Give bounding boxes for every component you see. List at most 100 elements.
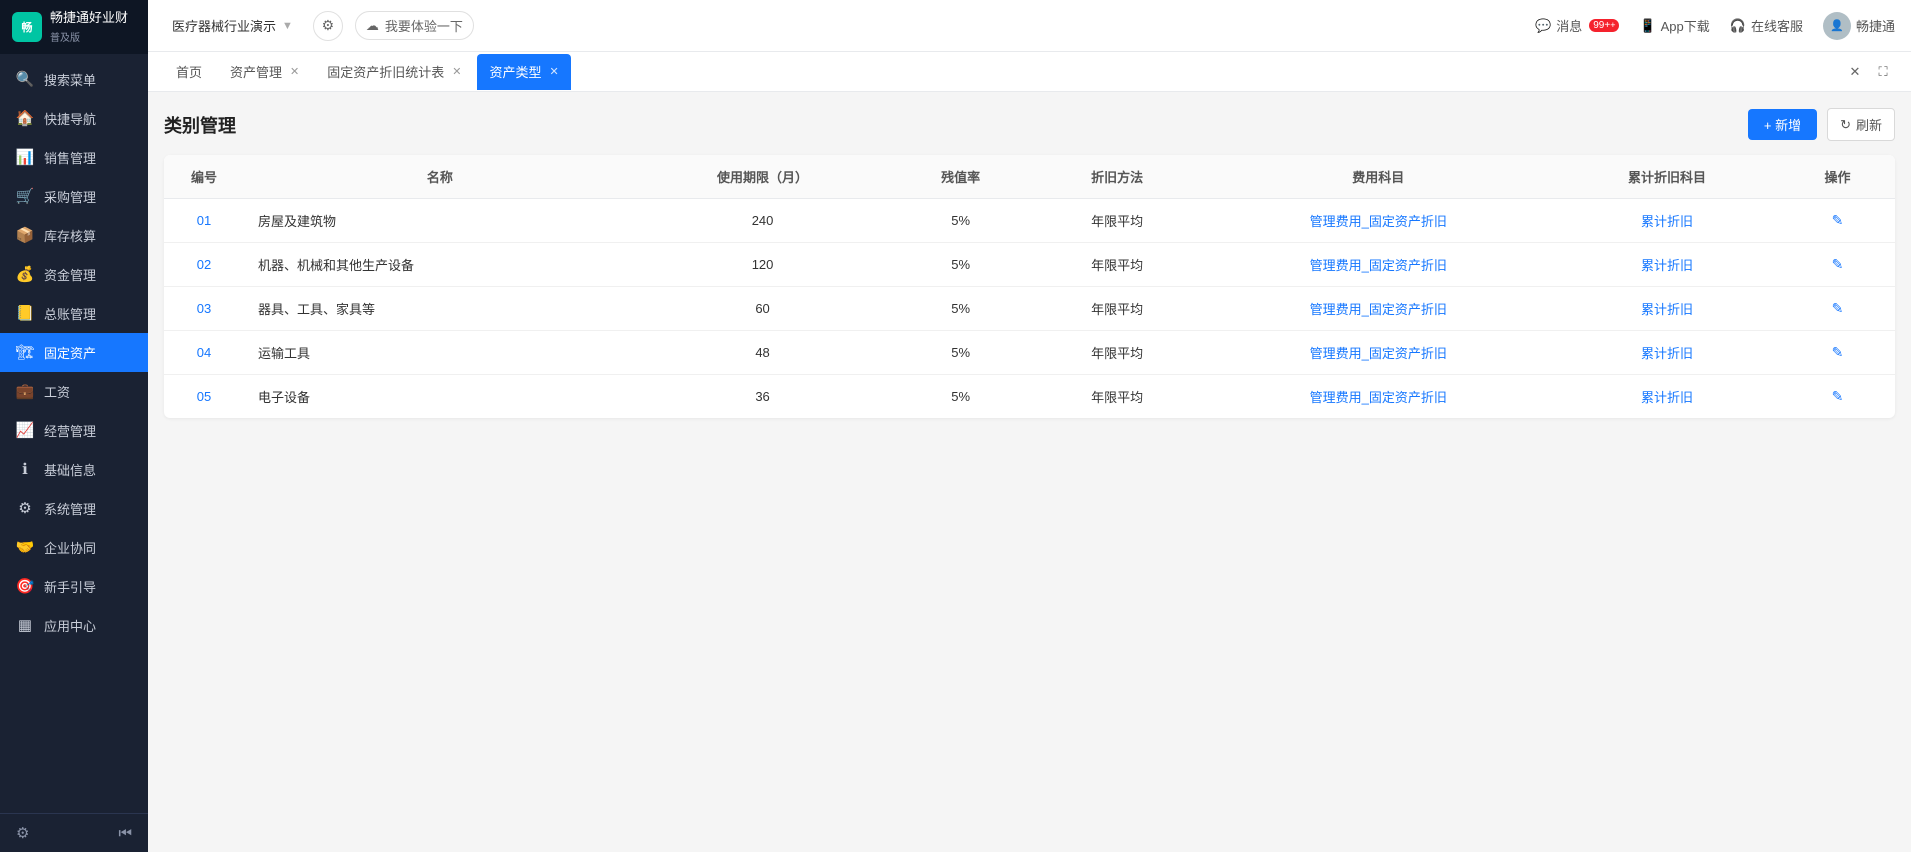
tab-label-2: 固定资产折旧统计表 <box>327 62 444 81</box>
cell-period-0: 240 <box>636 199 889 243</box>
sidebar-icon-1: 🏠 <box>16 109 34 127</box>
sidebar-item-总账管理[interactable]: 📒 总账管理 <box>0 294 148 333</box>
tab-close-2[interactable]: ✕ <box>452 65 461 78</box>
tab-1[interactable]: 资产管理✕ <box>218 54 311 90</box>
category-table: 编号名称使用期限（月）残值率折旧方法费用科目累计折旧科目操作 01 房屋及建筑物… <box>164 155 1895 418</box>
sidebar-icon-7: 🏗 <box>16 343 34 361</box>
refresh-button[interactable]: ↻ 刷新 <box>1827 108 1895 141</box>
cell-name-4: 电子设备 <box>244 375 636 419</box>
sidebar-icon-6: 📒 <box>16 304 34 322</box>
sidebar-item-工资[interactable]: 💼 工资 <box>0 372 148 411</box>
cell-name-1: 机器、机械和其他生产设备 <box>244 243 636 287</box>
sidebar-icon-12: 🤝 <box>16 538 34 556</box>
user-menu[interactable]: 👤 畅捷通 <box>1823 12 1895 40</box>
sidebar-label-13: 新手引导 <box>44 577 96 596</box>
cell-action-2: ✎ <box>1780 287 1895 331</box>
tabbar-actions: ✕ ⛶ <box>1843 60 1895 84</box>
sidebar-item-经营管理[interactable]: 📈 经营管理 <box>0 411 148 450</box>
cell-residual-3: 5% <box>889 331 1032 375</box>
sidebar-label-7: 固定资产 <box>44 343 96 362</box>
sidebar-item-库存核算[interactable]: 📦 库存核算 <box>0 216 148 255</box>
page-header: 类别管理 + 新增 ↻ 刷新 <box>164 108 1895 141</box>
sidebar-version: 普及版 <box>50 29 128 44</box>
sidebar-item-资金管理[interactable]: 💰 资金管理 <box>0 255 148 294</box>
sidebar-item-应用中心[interactable]: ▦ 应用中心 <box>0 606 148 645</box>
tab-close-1[interactable]: ✕ <box>290 65 299 78</box>
message-button[interactable]: 💬 消息 99++ <box>1535 16 1619 35</box>
message-badge: 99++ <box>1589 19 1619 32</box>
message-icon: 💬 <box>1535 18 1551 34</box>
col-header-1: 名称 <box>244 155 636 199</box>
sidebar-label-0: 搜索菜单 <box>44 70 96 89</box>
cell-accum-4: 累计折旧 <box>1554 375 1780 419</box>
cell-expense-1: 管理费用_固定资产折旧 <box>1202 243 1554 287</box>
tabbar: 首页资产管理✕ 固定资产折旧统计表 ✕ 资产类型 ✕ ✕ ⛶ <box>148 52 1911 92</box>
topbar-right: 💬 消息 99++ 📱 App下载 🎧 在线客服 👤 畅捷通 <box>1535 12 1895 40</box>
user-avatar: 👤 <box>1823 12 1851 40</box>
tab-0[interactable]: 首页 <box>164 54 214 90</box>
sidebar-item-快捷导航[interactable]: 🏠 快捷导航 <box>0 99 148 138</box>
collapse-icon[interactable]: ⏮ <box>118 825 132 842</box>
sidebar-icon-10: ℹ <box>16 460 34 478</box>
sidebar-icon-14: ▦ <box>16 616 34 634</box>
sidebar-item-企业协同[interactable]: 🤝 企业协同 <box>0 528 148 567</box>
edit-button-0[interactable]: ✎ <box>1832 212 1844 228</box>
sidebar-label-8: 工资 <box>44 382 70 401</box>
cell-expense-0: 管理费用_固定资产折旧 <box>1202 199 1554 243</box>
col-header-2: 使用期限（月） <box>636 155 889 199</box>
edit-button-2[interactable]: ✎ <box>1832 300 1844 316</box>
cell-expense-4: 管理费用_固定资产折旧 <box>1202 375 1554 419</box>
cell-code-0: 01 <box>164 199 244 243</box>
app-download-button[interactable]: 📱 App下载 <box>1639 16 1709 35</box>
sidebar: 畅 畅捷通好业财 普及版 🔍 搜索菜单🏠 快捷导航📊 销售管理🛒 采购管理📦 库… <box>0 0 148 852</box>
cell-period-2: 60 <box>636 287 889 331</box>
sidebar-item-基础信息[interactable]: ℹ 基础信息 <box>0 450 148 489</box>
cell-accum-3: 累计折旧 <box>1554 331 1780 375</box>
category-table-wrap: 编号名称使用期限（月）残值率折旧方法费用科目累计折旧科目操作 01 房屋及建筑物… <box>164 155 1895 418</box>
table-row: 02 机器、机械和其他生产设备 120 5% 年限平均 管理费用_固定资产折旧 … <box>164 243 1895 287</box>
sidebar-item-搜索菜单[interactable]: 🔍 搜索菜单 <box>0 60 148 99</box>
sidebar-icon-11: ⚙ <box>16 499 34 517</box>
sidebar-logo: 畅 <box>12 12 42 42</box>
tab-label-3: 资产类型 <box>489 62 541 81</box>
cell-expense-2: 管理费用_固定资产折旧 <box>1202 287 1554 331</box>
new-button[interactable]: + 新增 <box>1748 109 1817 140</box>
tab-close-3[interactable]: ✕ <box>550 65 559 78</box>
tab-3[interactable]: 资产类型 ✕ <box>477 54 570 90</box>
cell-method-1: 年限平均 <box>1032 243 1202 287</box>
cell-method-4: 年限平均 <box>1032 375 1202 419</box>
header-actions: + 新增 ↻ 刷新 <box>1748 108 1895 141</box>
sidebar-icon-0: 🔍 <box>16 70 34 88</box>
table-row: 01 房屋及建筑物 240 5% 年限平均 管理费用_固定资产折旧 累计折旧 ✎ <box>164 199 1895 243</box>
sidebar-icon-13: 🎯 <box>16 577 34 595</box>
close-tab-button[interactable]: ✕ <box>1843 60 1867 84</box>
settings-button[interactable]: ⚙ <box>313 11 343 41</box>
maximize-tab-button[interactable]: ⛶ <box>1871 60 1895 84</box>
online-service-button[interactable]: 🎧 在线客服 <box>1730 16 1803 35</box>
cell-code-3: 04 <box>164 331 244 375</box>
sidebar-icon-5: 💰 <box>16 265 34 283</box>
message-label: 消息 <box>1556 16 1582 35</box>
sidebar-label-9: 经营管理 <box>44 421 96 440</box>
col-header-3: 残值率 <box>889 155 1032 199</box>
experience-button[interactable]: ☁ 我要体验一下 <box>355 11 474 40</box>
tab-label-0: 首页 <box>176 62 202 81</box>
user-name-label: 畅捷通 <box>1856 16 1895 35</box>
sidebar-item-销售管理[interactable]: 📊 销售管理 <box>0 138 148 177</box>
edit-button-4[interactable]: ✎ <box>1832 388 1844 404</box>
col-header-4: 折旧方法 <box>1032 155 1202 199</box>
cell-accum-1: 累计折旧 <box>1554 243 1780 287</box>
cell-name-3: 运输工具 <box>244 331 636 375</box>
edit-button-1[interactable]: ✎ <box>1832 256 1844 272</box>
company-selector[interactable]: 医疗器械行业演示 ▼ <box>164 12 301 39</box>
col-header-5: 费用科目 <box>1202 155 1554 199</box>
sidebar-item-新手引导[interactable]: 🎯 新手引导 <box>0 567 148 606</box>
tab-2[interactable]: 固定资产折旧统计表 ✕ <box>315 54 473 90</box>
sidebar-item-固定资产[interactable]: 🏗 固定资产 <box>0 333 148 372</box>
cell-name-2: 器具、工具、家具等 <box>244 287 636 331</box>
sidebar-item-系统管理[interactable]: ⚙ 系统管理 <box>0 489 148 528</box>
edit-button-3[interactable]: ✎ <box>1832 344 1844 360</box>
service-label: 在线客服 <box>1751 16 1803 35</box>
sidebar-item-采购管理[interactable]: 🛒 采购管理 <box>0 177 148 216</box>
settings-icon[interactable]: ⚙ <box>16 824 29 842</box>
